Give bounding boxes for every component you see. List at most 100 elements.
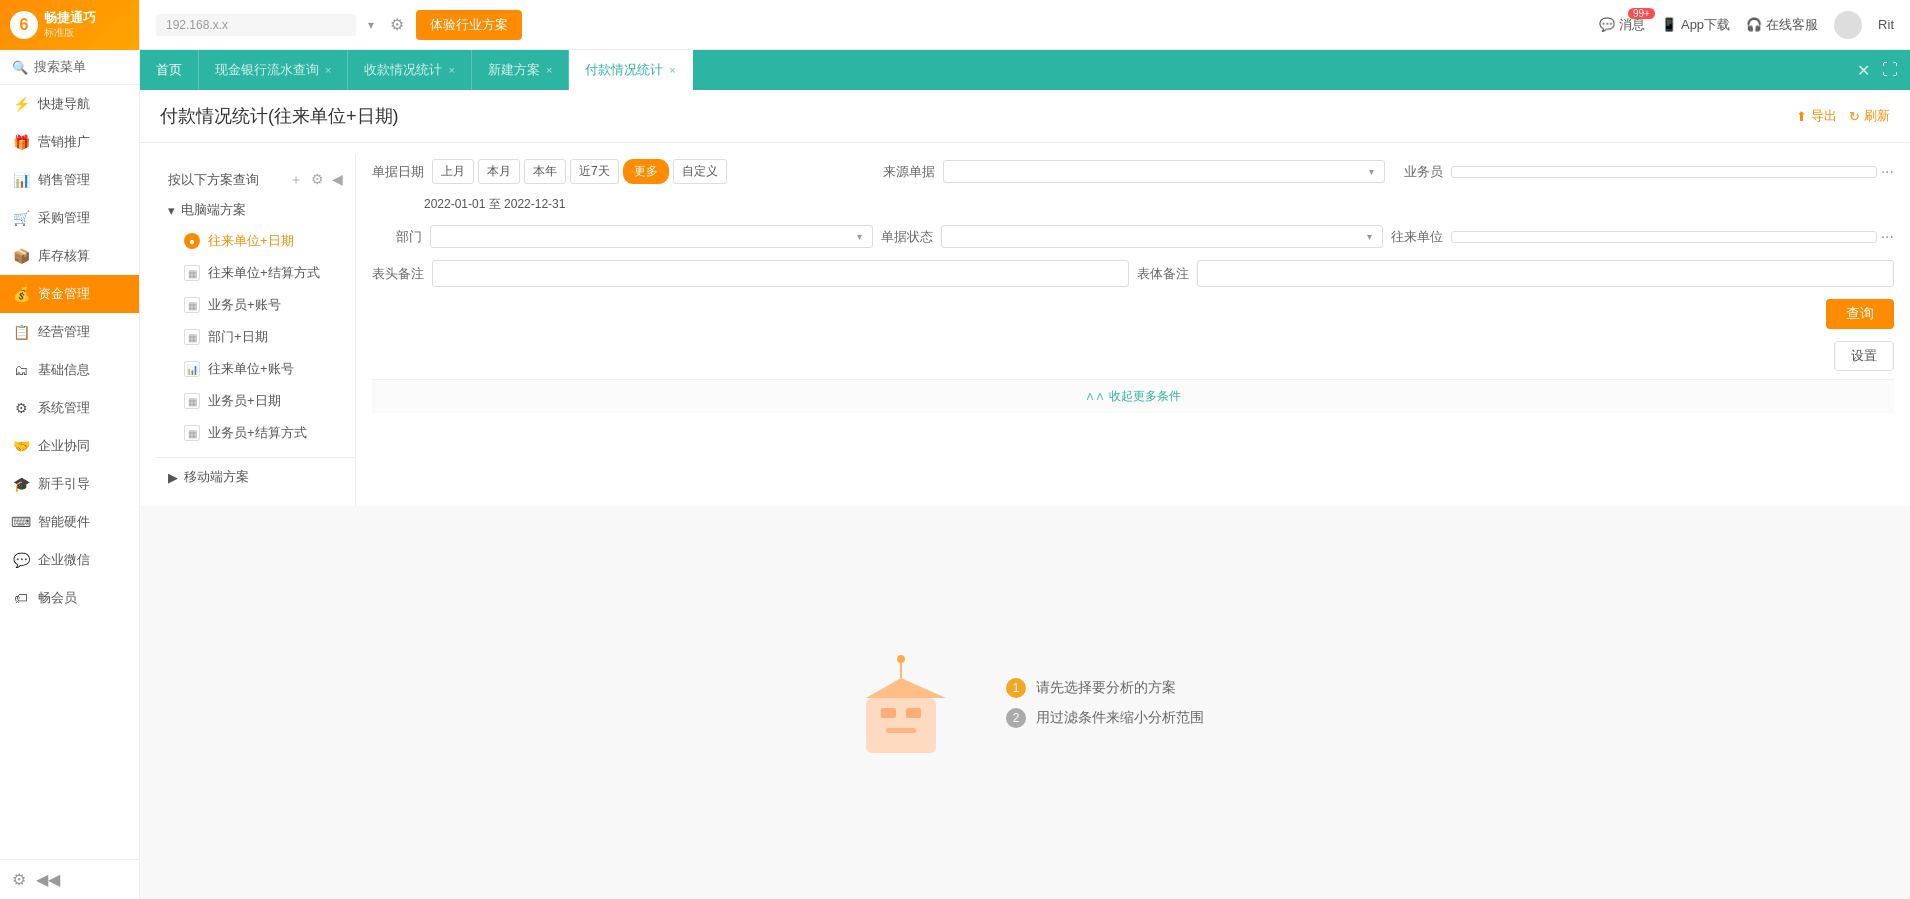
date-range-row: 2022-01-01 至 2022-12-31 (372, 196, 1894, 213)
messages-button[interactable]: 💬 消息 99+ (1599, 16, 1645, 34)
date-btn-this-month[interactable]: 本月 (478, 159, 520, 184)
chevron-down-icon: ▾ (168, 203, 175, 218)
refresh-button[interactable]: ↻ 刷新 (1849, 107, 1890, 125)
scheme-item-salesperson-date[interactable]: ▦ 业务员+日期 (156, 385, 355, 417)
tab-new-scheme[interactable]: 新建方案 × (472, 50, 569, 90)
sidebar-item-guide[interactable]: 🎓 新手引导 (0, 465, 139, 503)
sidebar-item-system[interactable]: ⚙ 系统管理 (0, 389, 139, 427)
sidebar-footer: ⚙ ◀◀ (0, 859, 139, 899)
tab-payment-stats[interactable]: 付款情况统计 × (569, 50, 692, 90)
desktop-scheme-group: ▾ 电脑端方案 ● 往来单位+日期 ▦ 往来单位+结算方式 ▦ (156, 195, 355, 449)
table-body-note-label: 表体备注 (1137, 265, 1189, 283)
scheme-item-dept-date[interactable]: ▦ 部门+日期 (156, 321, 355, 353)
tab-receipt-stats-label: 收款情况统计 (364, 61, 442, 79)
online-service-button[interactable]: 🎧 在线客服 (1746, 16, 1818, 34)
trial-button[interactable]: 体验行业方案 (416, 10, 522, 40)
scheme-collapse-icon[interactable]: ◀ (332, 171, 343, 189)
settings-btn-row: 设置 (372, 337, 1894, 371)
search-label: 搜索菜单 (34, 58, 86, 76)
sidebar-item-label: 畅会员 (38, 589, 77, 607)
department-label: 部门 (372, 228, 422, 246)
tab-bank-flow-close-icon[interactable]: × (325, 64, 331, 76)
topbar-chevron-icon[interactable]: ▾ (368, 18, 374, 32)
user-avatar[interactable] (1834, 11, 1862, 39)
mobile-scheme-group-title[interactable]: ▶ 移动端方案 (156, 462, 355, 492)
sidebar-item-operations[interactable]: 📋 经营管理 (0, 313, 139, 351)
counterpart-dots-icon[interactable]: ··· (1881, 228, 1894, 246)
sidebar-item-marketing[interactable]: 🎁 营销推广 (0, 123, 139, 161)
empty-hint-2: 2 用过滤条件来缩小分析范围 (1006, 708, 1204, 728)
table-header-note-label: 表头备注 (372, 265, 424, 283)
sidebar-item-wechat[interactable]: 💬 企业微信 (0, 541, 139, 579)
tab-expand-icon[interactable]: ⛶ (1882, 61, 1898, 79)
robot-svg (846, 643, 966, 763)
date-btn-last-month[interactable]: 上月 (432, 159, 474, 184)
system-icon: ⚙ (12, 399, 30, 417)
date-btn-custom[interactable]: 自定义 (673, 159, 727, 184)
date-btn-last-7days[interactable]: 近7天 (570, 159, 619, 184)
add-scheme-icon[interactable]: ＋ (289, 171, 303, 189)
message-icon: 💬 (1599, 17, 1615, 32)
scheme-item-salesperson-account[interactable]: ▦ 业务员+账号 (156, 289, 355, 321)
table-body-note-input[interactable] (1197, 260, 1894, 287)
settings-button[interactable]: 设置 (1834, 341, 1894, 371)
search-icon: 🔍 (12, 60, 28, 75)
left-panel-header: 按以下方案查询 ＋ ⚙ ◀ (156, 165, 355, 195)
tab-close-all-icon[interactable]: ✕ (1857, 61, 1870, 80)
counterpart-select[interactable] (1451, 231, 1876, 243)
date-btn-more[interactable]: 更多 (623, 159, 669, 184)
left-panel-actions: ＋ ⚙ ◀ (289, 171, 343, 189)
salesperson-dots-icon[interactable]: ··· (1881, 163, 1894, 181)
app-download-button[interactable]: 📱 App下载 (1661, 16, 1730, 34)
hint-num-1: 1 (1006, 678, 1026, 698)
sidebar-item-basic-info[interactable]: 🗂 基础信息 (0, 351, 139, 389)
scheme-settings-icon[interactable]: ⚙ (311, 171, 324, 189)
tab-new-scheme-close-icon[interactable]: × (546, 64, 552, 76)
desktop-scheme-group-title[interactable]: ▾ 电脑端方案 (156, 195, 355, 225)
sidebar-item-quick-nav[interactable]: ⚡ 快捷导航 (0, 85, 139, 123)
svg-rect-4 (886, 728, 916, 733)
app-icon: 📱 (1661, 17, 1677, 32)
tab-bank-flow[interactable]: 现金银行流水查询 × (199, 50, 348, 90)
sidebar-item-label: 系统管理 (38, 399, 90, 417)
sidebar-collapse-icon[interactable]: ◀◀ (36, 870, 60, 889)
source-bill-select[interactable]: ▾ (943, 160, 1386, 183)
bill-status-select[interactable]: ▾ (941, 225, 1384, 248)
date-btn-this-year[interactable]: 本年 (524, 159, 566, 184)
sidebar-search[interactable]: 🔍 搜索菜单 (0, 50, 139, 85)
scheme-item-salesperson-payment[interactable]: ▦ 业务员+结算方式 (156, 417, 355, 449)
sidebar-item-member[interactable]: 🏷 畅会员 (0, 579, 139, 617)
sidebar-item-inventory[interactable]: 📦 库存核算 (0, 237, 139, 275)
empty-state-area: 1 请先选择要分析的方案 2 用过滤条件来缩小分析范围 (140, 506, 1910, 899)
topbar-gear-icon[interactable]: ⚙ (390, 15, 404, 34)
scheme-item-counterpart-account[interactable]: 📊 往来单位+账号 (156, 353, 355, 385)
content-area: 付款情况统计(往来单位+日期) ⬆ 导出 ↻ 刷新 按以下方案查询 (140, 90, 1910, 899)
empty-hints: 1 请先选择要分析的方案 2 用过滤条件来缩小分析范围 (1006, 678, 1204, 728)
salesperson-control: ··· (1451, 163, 1894, 181)
export-button[interactable]: ⬆ 导出 (1796, 107, 1837, 125)
sidebar-item-sales[interactable]: 📊 销售管理 (0, 161, 139, 199)
collapse-icon: ∧∧ (1085, 389, 1105, 403)
scheme-item-counterpart-date[interactable]: ● 往来单位+日期 (156, 225, 355, 257)
sidebar-item-purchase[interactable]: 🛒 采购管理 (0, 199, 139, 237)
sidebar-item-label: 营销推广 (38, 133, 90, 151)
scheme-item-counterpart-payment[interactable]: ▦ 往来单位+结算方式 (156, 257, 355, 289)
page-actions: ⬆ 导出 ↻ 刷新 (1796, 107, 1890, 125)
inventory-icon: 📦 (12, 247, 30, 265)
collapse-bar[interactable]: ∧∧ 收起更多条件 (372, 379, 1894, 413)
department-select[interactable]: ▾ (430, 225, 873, 248)
sidebar-settings-icon[interactable]: ⚙ (12, 870, 26, 889)
page-title: 付款情况统计(往来单位+日期) (160, 104, 399, 128)
sidebar-item-fund[interactable]: 💰 资金管理 (0, 275, 139, 313)
query-button[interactable]: 查询 (1826, 299, 1894, 329)
table-header-note-input[interactable] (432, 260, 1129, 287)
counterpart-control: ··· (1451, 228, 1894, 246)
tab-receipt-stats[interactable]: 收款情况统计 × (348, 50, 471, 90)
salesperson-select[interactable] (1451, 166, 1876, 178)
user-name[interactable]: Rit (1878, 17, 1894, 32)
tab-home[interactable]: 首页 (140, 50, 199, 90)
tab-receipt-stats-close-icon[interactable]: × (448, 64, 454, 76)
sidebar-item-cooperation[interactable]: 🤝 企业协同 (0, 427, 139, 465)
tab-payment-stats-close-icon[interactable]: × (669, 64, 675, 76)
sidebar-item-hardware[interactable]: ⌨ 智能硬件 (0, 503, 139, 541)
